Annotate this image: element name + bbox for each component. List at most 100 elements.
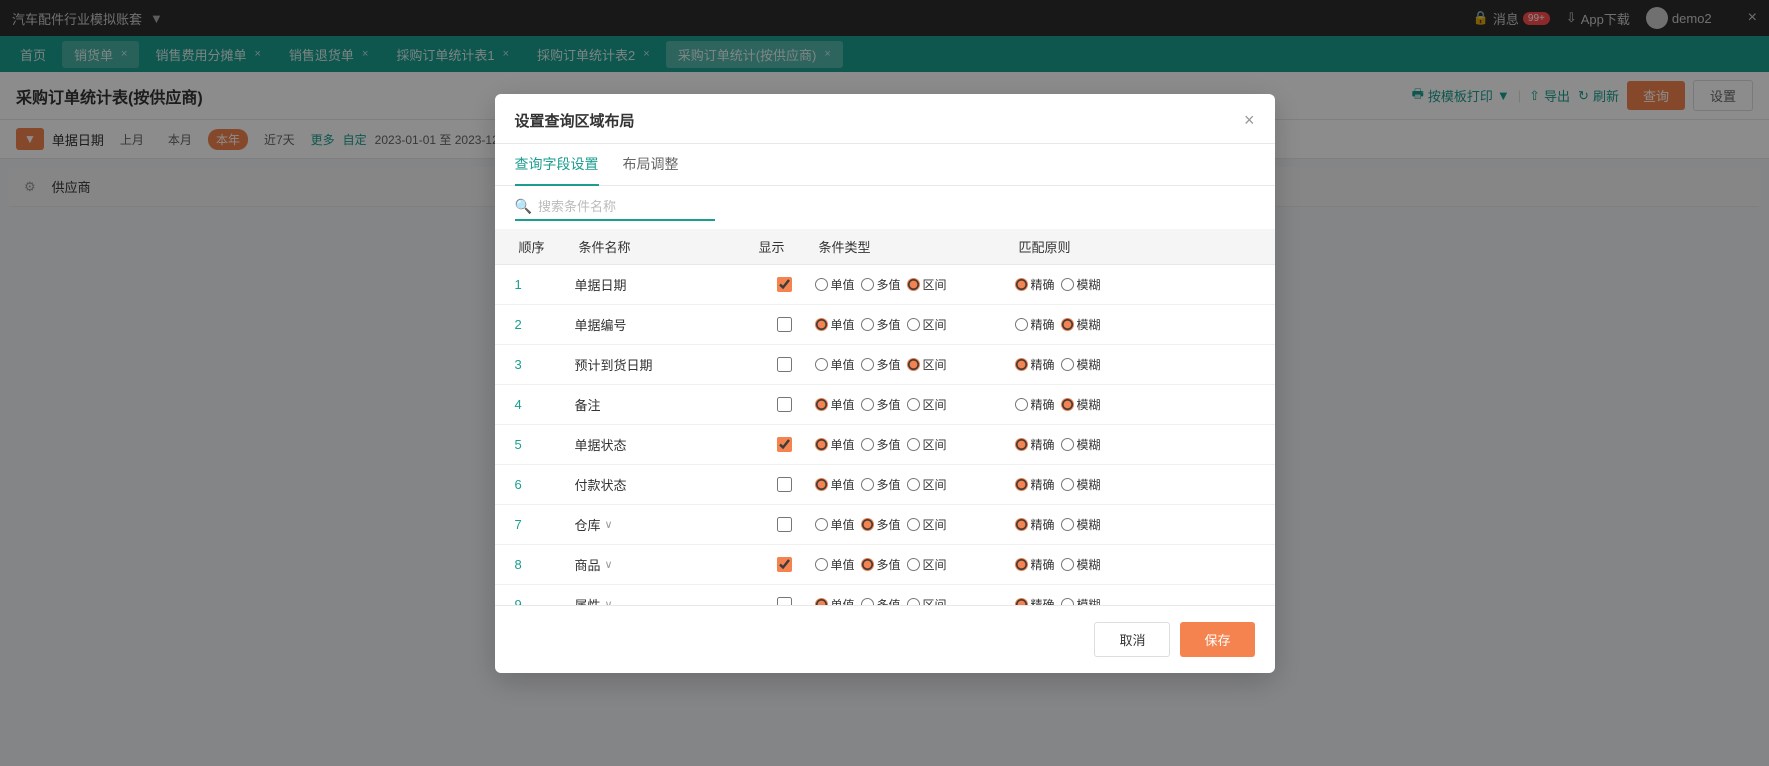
condition-type-option[interactable]: 多值 (861, 596, 901, 605)
match-type-option[interactable]: 精确 (1015, 356, 1055, 373)
condition-type-option[interactable]: 单值 (815, 476, 855, 493)
save-btn[interactable]: 保存 (1180, 622, 1254, 657)
condition-radio[interactable] (815, 318, 828, 331)
condition-type-option[interactable]: 单值 (815, 516, 855, 533)
match-radio[interactable] (1015, 278, 1028, 291)
match-radio[interactable] (1061, 278, 1074, 291)
condition-type-option[interactable]: 区间 (907, 356, 947, 373)
condition-type-option[interactable]: 多值 (861, 556, 901, 573)
display-checkbox[interactable] (777, 277, 792, 292)
match-radio[interactable] (1015, 398, 1028, 411)
match-radio[interactable] (1061, 318, 1074, 331)
cancel-btn[interactable]: 取消 (1094, 622, 1170, 657)
condition-type-option[interactable]: 多值 (861, 316, 901, 333)
condition-radio[interactable] (907, 438, 920, 451)
condition-radio[interactable] (815, 358, 828, 371)
match-radio[interactable] (1061, 398, 1074, 411)
condition-radio[interactable] (861, 278, 874, 291)
condition-type-option[interactable]: 区间 (907, 396, 947, 413)
modal-overlay[interactable]: 设置查询区域布局 × 查询字段设置 布局调整 🔍 顺序 条件名称 显示 条件类型… (0, 0, 1769, 766)
condition-radio[interactable] (907, 598, 920, 605)
condition-type-option[interactable]: 区间 (907, 436, 947, 453)
display-checkbox[interactable] (777, 437, 792, 452)
display-checkbox[interactable] (777, 557, 792, 572)
condition-type-option[interactable]: 单值 (815, 556, 855, 573)
display-checkbox[interactable] (777, 517, 792, 532)
match-type-option[interactable]: 模糊 (1061, 556, 1101, 573)
condition-type-option[interactable]: 单值 (815, 316, 855, 333)
modal-close-btn[interactable]: × (1244, 111, 1255, 129)
tab-query-fields[interactable]: 查询字段设置 (515, 144, 599, 186)
match-type-option[interactable]: 精确 (1015, 396, 1055, 413)
condition-type-option[interactable]: 单值 (815, 596, 855, 605)
condition-radio[interactable] (907, 278, 920, 291)
condition-radio[interactable] (861, 318, 874, 331)
match-type-option[interactable]: 精确 (1015, 316, 1055, 333)
match-radio[interactable] (1061, 598, 1074, 605)
condition-radio[interactable] (907, 398, 920, 411)
condition-type-option[interactable]: 区间 (907, 476, 947, 493)
display-checkbox[interactable] (777, 597, 792, 605)
match-type-option[interactable]: 精确 (1015, 556, 1055, 573)
display-checkbox[interactable] (777, 317, 792, 332)
condition-radio[interactable] (815, 278, 828, 291)
condition-type-option[interactable]: 单值 (815, 436, 855, 453)
match-type-option[interactable]: 模糊 (1061, 316, 1101, 333)
match-type-option[interactable]: 精确 (1015, 276, 1055, 293)
condition-radio[interactable] (861, 558, 874, 571)
match-radio[interactable] (1061, 438, 1074, 451)
match-radio[interactable] (1061, 358, 1074, 371)
condition-radio[interactable] (815, 518, 828, 531)
condition-type-option[interactable]: 单值 (815, 356, 855, 373)
match-type-option[interactable]: 模糊 (1061, 276, 1101, 293)
condition-type-option[interactable]: 多值 (861, 356, 901, 373)
condition-type-option[interactable]: 多值 (861, 516, 901, 533)
match-type-option[interactable]: 模糊 (1061, 436, 1101, 453)
match-type-option[interactable]: 模糊 (1061, 596, 1101, 605)
condition-radio[interactable] (907, 518, 920, 531)
condition-type-option[interactable]: 区间 (907, 596, 947, 605)
match-radio[interactable] (1015, 318, 1028, 331)
condition-radio[interactable] (861, 518, 874, 531)
match-radio[interactable] (1015, 558, 1028, 571)
condition-radio[interactable] (907, 478, 920, 491)
condition-type-option[interactable]: 多值 (861, 276, 901, 293)
search-input[interactable] (538, 199, 698, 214)
match-radio[interactable] (1061, 558, 1074, 571)
condition-type-option[interactable]: 区间 (907, 316, 947, 333)
match-radio[interactable] (1015, 358, 1028, 371)
condition-radio[interactable] (861, 438, 874, 451)
display-checkbox[interactable] (777, 477, 792, 492)
condition-radio[interactable] (907, 318, 920, 331)
condition-type-option[interactable]: 区间 (907, 516, 947, 533)
condition-radio[interactable] (815, 478, 828, 491)
dropdown-arrow-icon[interactable]: ∨ (605, 598, 613, 605)
match-type-option[interactable]: 精确 (1015, 596, 1055, 605)
match-radio[interactable] (1015, 478, 1028, 491)
condition-radio[interactable] (815, 398, 828, 411)
condition-radio[interactable] (815, 438, 828, 451)
match-type-option[interactable]: 模糊 (1061, 476, 1101, 493)
condition-type-option[interactable]: 多值 (861, 476, 901, 493)
condition-radio[interactable] (861, 398, 874, 411)
condition-type-option[interactable]: 多值 (861, 436, 901, 453)
condition-radio[interactable] (861, 358, 874, 371)
match-radio[interactable] (1015, 438, 1028, 451)
display-checkbox[interactable] (777, 357, 792, 372)
condition-radio[interactable] (861, 478, 874, 491)
match-radio[interactable] (1061, 478, 1074, 491)
condition-radio[interactable] (907, 558, 920, 571)
condition-type-option[interactable]: 区间 (907, 276, 947, 293)
display-checkbox[interactable] (777, 397, 792, 412)
match-type-option[interactable]: 模糊 (1061, 396, 1101, 413)
match-radio[interactable] (1061, 518, 1074, 531)
tab-layout-adjust[interactable]: 布局调整 (623, 144, 679, 186)
condition-radio[interactable] (861, 598, 874, 605)
condition-radio[interactable] (815, 558, 828, 571)
match-type-option[interactable]: 精确 (1015, 436, 1055, 453)
condition-type-option[interactable]: 多值 (861, 396, 901, 413)
dropdown-arrow-icon[interactable]: ∨ (605, 558, 613, 571)
condition-type-option[interactable]: 单值 (815, 276, 855, 293)
condition-type-option[interactable]: 单值 (815, 396, 855, 413)
match-type-option[interactable]: 精确 (1015, 516, 1055, 533)
